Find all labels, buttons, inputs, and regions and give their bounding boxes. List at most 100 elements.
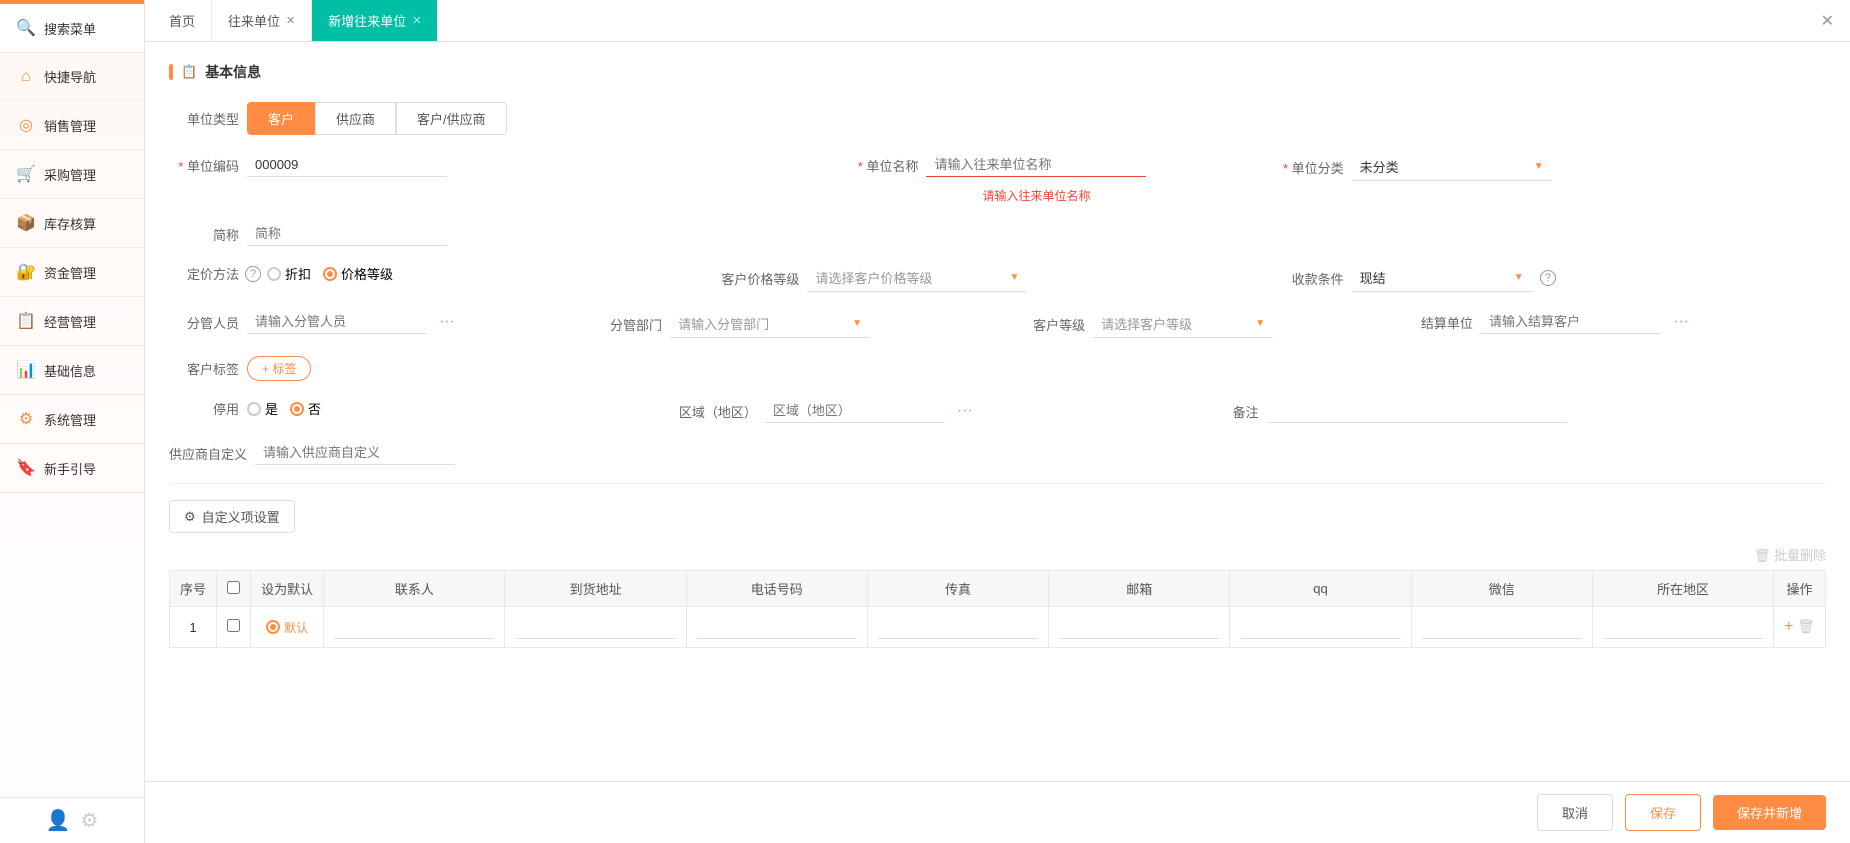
payment-terms-arrow-icon: ▼ bbox=[1514, 272, 1524, 283]
wechat-input[interactable] bbox=[1422, 615, 1582, 639]
region-table-input[interactable] bbox=[1603, 615, 1763, 639]
cancel-button[interactable]: 取消 bbox=[1537, 794, 1613, 831]
unit-type-supplier[interactable]: 供应商 bbox=[315, 102, 396, 135]
row-checkbox[interactable] bbox=[227, 619, 240, 632]
sidebar-item-system[interactable]: ⚙ 系统管理 bbox=[0, 395, 144, 444]
tab-partner[interactable]: 往来单位 ✕ bbox=[212, 0, 312, 41]
email-input[interactable] bbox=[1059, 615, 1219, 639]
sidebar-item-basic-info[interactable]: 📊 基础信息 bbox=[0, 346, 144, 395]
unit-type-both[interactable]: 客户/供应商 bbox=[396, 102, 507, 135]
basic-info-icon: 📊 bbox=[16, 360, 36, 380]
col-qq: qq bbox=[1230, 571, 1411, 607]
sidebar-item-purchase[interactable]: 🛒 采购管理 bbox=[0, 150, 144, 199]
settlement-unit-field: 结算单位 ··· bbox=[1403, 310, 1826, 334]
del-row-btn[interactable]: 🗑 bbox=[1797, 618, 1815, 634]
batch-delete-area: 🗑 批量删除 bbox=[169, 545, 1826, 564]
add-tag-btn[interactable]: + 标签 bbox=[247, 356, 311, 381]
cell-default: 默认 bbox=[251, 607, 324, 648]
sidebar-item-search[interactable]: 🔍 搜索菜单 bbox=[0, 4, 144, 53]
department-select[interactable]: 请输入分管部门 ▼ bbox=[670, 310, 870, 338]
col-wechat: 微信 bbox=[1411, 571, 1592, 607]
cell-fax[interactable] bbox=[867, 607, 1048, 648]
close-new-partner-tab[interactable]: ✕ bbox=[412, 14, 421, 27]
pricing-grade-radio[interactable]: 价格等级 bbox=[323, 264, 393, 283]
department-arrow-icon: ▼ bbox=[852, 318, 862, 329]
unit-category-select[interactable]: 未分类 ▼ bbox=[1352, 153, 1552, 181]
sidebar-item-guide[interactable]: 🔖 新手引导 bbox=[0, 444, 144, 493]
disabled-no-radio[interactable]: 否 bbox=[290, 399, 321, 418]
region-field: 区域（地区） ··· bbox=[679, 399, 1189, 423]
abbreviation-field: 简称 bbox=[169, 222, 1826, 246]
default-radio-circle bbox=[266, 620, 280, 634]
footer: 取消 保存 保存并新增 bbox=[145, 781, 1850, 843]
customer-price-select[interactable]: 请选择客户价格等级 ▼ bbox=[807, 264, 1027, 292]
abbreviation-input[interactable] bbox=[247, 222, 447, 246]
remark-input[interactable] bbox=[1267, 399, 1567, 423]
col-seq: 序号 bbox=[170, 571, 217, 607]
user-icon[interactable]: 👤 bbox=[46, 808, 71, 833]
manager-dots-btn[interactable]: ··· bbox=[435, 313, 459, 331]
sidebar-item-sales[interactable]: ◎ 销售管理 bbox=[0, 101, 144, 150]
cell-contact[interactable] bbox=[324, 607, 505, 648]
pricing-help-icon[interactable]: ? bbox=[245, 266, 261, 282]
settings-icon: ⚙ bbox=[184, 509, 196, 525]
address-input[interactable] bbox=[516, 615, 676, 639]
batch-delete-icon: 🗑 bbox=[1754, 548, 1771, 563]
select-all-checkbox[interactable] bbox=[227, 581, 240, 594]
fax-input[interactable] bbox=[878, 615, 1038, 639]
disabled-yes-radio[interactable]: 是 bbox=[247, 399, 278, 418]
custom-settings-btn[interactable]: ⚙ 自定义项设置 bbox=[169, 500, 295, 533]
remark-field: 备注 bbox=[1189, 399, 1826, 423]
unit-code-input[interactable] bbox=[247, 153, 447, 177]
disabled-yes-circle bbox=[247, 402, 261, 416]
table-section: ⚙ 自定义项设置 🗑 批量删除 序号 设为默认 联系人 到货地址 电话号码 传真 bbox=[169, 483, 1826, 648]
tab-home[interactable]: 首页 bbox=[153, 0, 212, 41]
supplier-custom-input[interactable] bbox=[255, 441, 455, 465]
region-input[interactable] bbox=[765, 399, 945, 423]
settlement-unit-input[interactable] bbox=[1481, 310, 1661, 334]
save-new-button[interactable]: 保存并新增 bbox=[1713, 795, 1826, 830]
cell-seq: 1 bbox=[170, 607, 217, 648]
supplier-custom-field: 供应商自定义 bbox=[169, 441, 1826, 465]
close-all-tabs[interactable]: ✕ bbox=[1813, 11, 1842, 31]
settlement-dots-btn[interactable]: ··· bbox=[1669, 313, 1693, 331]
manager-input[interactable] bbox=[247, 310, 427, 334]
cell-phone[interactable] bbox=[686, 607, 867, 648]
unit-type-group: 客户 供应商 客户/供应商 bbox=[247, 102, 507, 135]
pricing-method-field: 定价方法 ? 折扣 价格等级 bbox=[169, 264, 721, 283]
disabled-row: 停用 是 否 区域（地区） ··· 备注 bbox=[169, 399, 1826, 423]
purchase-icon: 🛒 bbox=[16, 164, 36, 184]
payment-terms-field: 收款条件 现结 ▼ ? bbox=[1274, 264, 1826, 292]
sidebar-item-finance[interactable]: 🔐 资金管理 bbox=[0, 248, 144, 297]
close-partner-tab[interactable]: ✕ bbox=[286, 14, 295, 27]
pricing-discount-radio[interactable]: 折扣 bbox=[267, 264, 311, 283]
cell-wechat[interactable] bbox=[1411, 607, 1592, 648]
sidebar-item-inventory[interactable]: 📦 库存核算 bbox=[0, 199, 144, 248]
col-fax: 传真 bbox=[867, 571, 1048, 607]
payment-terms-select[interactable]: 现结 ▼ bbox=[1352, 264, 1532, 292]
payment-help-icon[interactable]: ? bbox=[1540, 270, 1556, 286]
cell-region[interactable] bbox=[1592, 607, 1773, 648]
inventory-icon: 📦 bbox=[16, 213, 36, 233]
phone-input[interactable] bbox=[697, 615, 857, 639]
tab-new-partner[interactable]: 新增往来单位 ✕ bbox=[312, 0, 438, 41]
save-button[interactable]: 保存 bbox=[1625, 794, 1701, 831]
unit-code-field: 单位编码 bbox=[169, 153, 721, 177]
contact-input[interactable] bbox=[334, 615, 494, 639]
add-row-btn[interactable]: + bbox=[1784, 618, 1793, 635]
system-icon: ⚙ bbox=[16, 409, 36, 429]
customer-grade-select[interactable]: 请选择客户等级 ▼ bbox=[1093, 310, 1273, 338]
unit-name-input[interactable] bbox=[926, 153, 1146, 177]
default-radio-item[interactable]: 默认 bbox=[261, 619, 313, 636]
qq-input[interactable] bbox=[1241, 615, 1401, 639]
region-dots-btn[interactable]: ··· bbox=[953, 402, 977, 420]
cell-address[interactable] bbox=[505, 607, 686, 648]
sidebar-item-quick-nav[interactable]: ⌂ 快捷导航 bbox=[0, 53, 144, 101]
settings-bottom-icon[interactable]: ⚙ bbox=[80, 808, 98, 833]
unit-type-customer[interactable]: 客户 bbox=[247, 102, 315, 135]
tag-field: 客户标签 + 标签 bbox=[169, 356, 1826, 381]
sidebar-item-operations[interactable]: 📋 经营管理 bbox=[0, 297, 144, 346]
cell-email[interactable] bbox=[1049, 607, 1230, 648]
sales-icon: ◎ bbox=[16, 115, 36, 135]
cell-qq[interactable] bbox=[1230, 607, 1411, 648]
